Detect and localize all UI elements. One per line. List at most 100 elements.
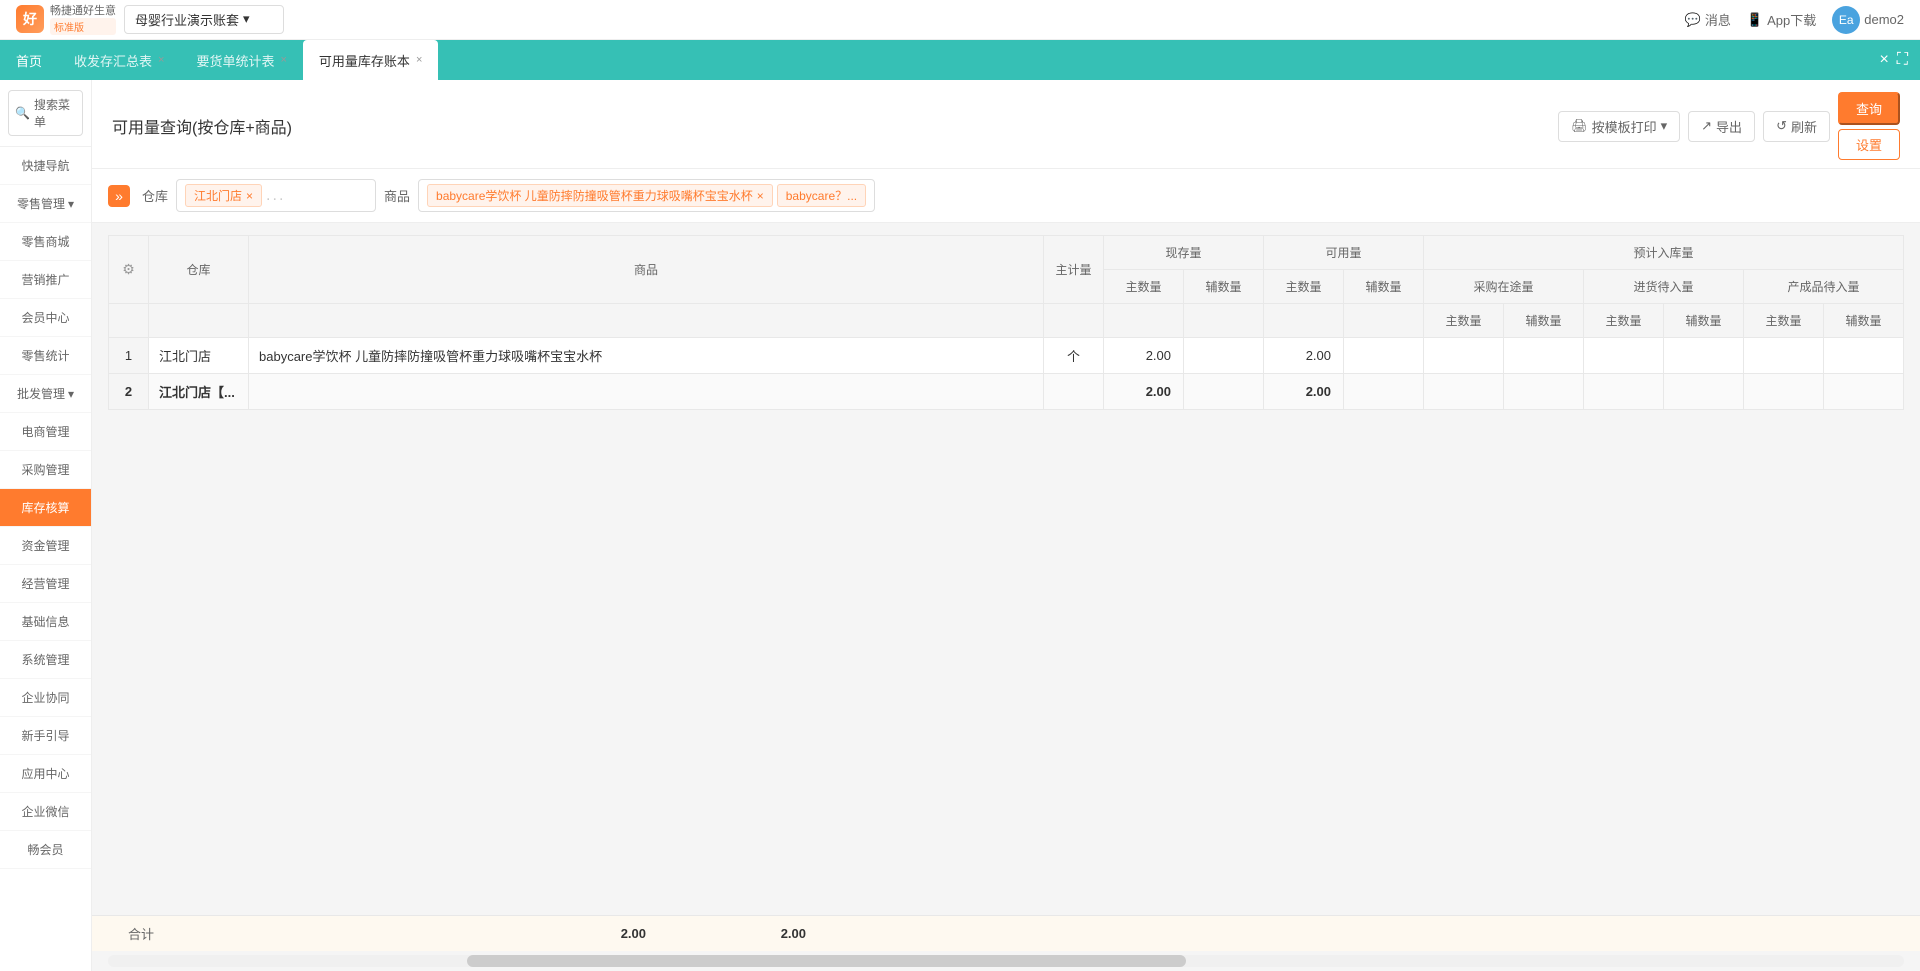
sidebar-ecommerce-label: 电商管理 [21, 425, 69, 439]
th-sub-avail-main-empty [1264, 304, 1344, 338]
export-btn[interactable]: ↗ 导出 [1688, 111, 1755, 142]
fullscreen-btn[interactable]: ⛶ [1897, 51, 1908, 69]
top-bar-left: 好 畅捷通好生意 标准版 母婴行业演示账套 [16, 4, 284, 35]
tab-available-stock-close[interactable] [416, 54, 422, 66]
th-available-aux: 辅数量 [1344, 270, 1424, 304]
sidebar-item-operations[interactable]: 经营管理 [0, 565, 91, 603]
warehouse-more-icon[interactable]: ... [266, 187, 285, 205]
table-scroll-thumb[interactable] [467, 955, 1185, 967]
user-info[interactable]: Ea demo2 [1832, 6, 1904, 34]
table-row: 2 江北门店【... 2.00 2.00 [109, 374, 1904, 410]
sidebar-item-retail-mgmt[interactable]: 零售管理 [0, 185, 91, 223]
close-all-tabs-btn[interactable]: × [1879, 51, 1888, 69]
td-avail-aux-2 [1344, 374, 1424, 410]
page-actions: 🖨 按模板打印 ↗ 导出 ↺ 刷新 查询 设置 [1558, 92, 1900, 160]
tab-home[interactable]: 首页 [0, 40, 58, 80]
sidebar-item-app-center[interactable]: 应用中心 [0, 755, 91, 793]
sidebar-item-system-mgmt[interactable]: 系统管理 [0, 641, 91, 679]
app-download-label: App下载 [1767, 10, 1816, 29]
sidebar-item-vip-member[interactable]: 畅会员 [0, 831, 91, 869]
tab-demand-summary-label: 要货单统计表 [196, 51, 274, 70]
filter-toggle-btn[interactable]: » [108, 185, 130, 207]
th-goods-in-aux: 辅数量 [1664, 304, 1744, 338]
sidebar-item-retail-stats[interactable]: 零售统计 [0, 337, 91, 375]
page-title: 可用量查询(按仓库+商品) [112, 114, 292, 138]
goods-filter-label: 商品 [384, 186, 410, 205]
search-menu-btn[interactable]: 🔍 搜索菜单 [8, 90, 83, 136]
th-sub-settings [109, 304, 149, 338]
tab-collect-summary-close[interactable] [158, 54, 164, 66]
td-product-in-aux-1 [1824, 338, 1904, 374]
filter-area: » 仓库 江北门店 ... 商品 babycare学饮杯 儿童防摔防撞吸管杯重力… [92, 169, 1920, 223]
th-expected-in: 预计入库量 [1424, 236, 1904, 270]
sidebar-purchase-label: 采购管理 [21, 463, 69, 477]
tab-demand-summary[interactable]: 要货单统计表 [180, 40, 302, 80]
th-sub-warehouse [149, 304, 249, 338]
table-scroll-bar[interactable] [108, 955, 1904, 967]
sidebar-item-new-guide[interactable]: 新手引导 [0, 717, 91, 755]
chevron-down-icon [243, 11, 250, 27]
td-purchase-main-1 [1424, 338, 1504, 374]
th-purchase-aux: 辅数量 [1504, 304, 1584, 338]
td-index-1: 1 [109, 338, 149, 374]
td-product-in-aux-2 [1824, 374, 1904, 410]
query-btn[interactable]: 查询 [1838, 92, 1900, 125]
sidebar-item-wholesale-mgmt[interactable]: 批发管理 [0, 375, 91, 413]
td-avail-main-2: 2.00 [1264, 374, 1344, 410]
th-settings[interactable]: ⚙ [109, 236, 149, 304]
footer-values: 2.00 2.00 [578, 926, 818, 941]
tab-available-stock[interactable]: 可用量库存账本 [303, 40, 438, 80]
table-row: 1 江北门店 babycare学饮杯 儿童防摔防撞吸管杯重力球吸嘴杯宝宝水杯 个… [109, 338, 1904, 374]
td-goods-1: babycare学饮杯 儿童防摔防撞吸管杯重力球吸嘴杯宝宝水杯 [249, 338, 1044, 374]
sidebar: 🔍 搜索菜单 快捷导航 零售管理 零售商城 营销推广 会员中心 零售统计 批发管… [0, 80, 92, 971]
td-stock-aux-2 [1184, 374, 1264, 410]
message-btn[interactable]: 💬 消息 [1685, 10, 1731, 29]
goods-tag-1-text: babycare学饮杯 儿童防摔防撞吸管杯重力球吸嘴杯宝宝水杯 [436, 187, 753, 204]
warehouse-filter-input[interactable]: 江北门店 ... [176, 179, 376, 212]
footer-total-label: 合计 [108, 924, 258, 943]
tab-demand-summary-close[interactable] [280, 54, 286, 66]
sidebar-item-purchase[interactable]: 采购管理 [0, 451, 91, 489]
query-label: 查询 [1856, 102, 1882, 117]
page-header: 可用量查询(按仓库+商品) 🖨 按模板打印 ↗ 导出 ↺ 刷新 查询 [92, 80, 1920, 169]
settings-icon[interactable]: ⚙ [122, 261, 135, 277]
goods-filter-input[interactable]: babycare学饮杯 儿童防摔防撞吸管杯重力球吸嘴杯宝宝水杯 babycare… [418, 179, 875, 212]
th-main-unit: 主计量 [1044, 236, 1104, 304]
refresh-btn[interactable]: ↺ 刷新 [1763, 111, 1830, 142]
sidebar-item-basic-info[interactable]: 基础信息 [0, 603, 91, 641]
logo-icon: 好 [16, 5, 44, 33]
sidebar-item-member-center[interactable]: 会员中心 [0, 299, 91, 337]
sidebar-item-enterprise-wechat[interactable]: 企业微信 [0, 793, 91, 831]
app-download-btn[interactable]: 📱 App下载 [1747, 10, 1816, 29]
print-btn[interactable]: 🖨 按模板打印 [1558, 111, 1680, 142]
settings-btn[interactable]: 设置 [1838, 129, 1900, 160]
warehouse-tag-close[interactable] [246, 189, 253, 203]
settings-label: 设置 [1856, 138, 1882, 153]
sidebar-system-mgmt-label: 系统管理 [21, 653, 69, 667]
sidebar-item-quick-nav[interactable]: 快捷导航 [0, 147, 91, 185]
company-selector[interactable]: 母婴行业演示账套 [124, 5, 284, 34]
th-sub-stock-aux-empty [1184, 304, 1264, 338]
sidebar-item-marketing[interactable]: 营销推广 [0, 261, 91, 299]
td-purchase-aux-2 [1504, 374, 1584, 410]
sidebar-retail-stats-label: 零售统计 [21, 349, 69, 363]
sidebar-item-ecommerce[interactable]: 电商管理 [0, 413, 91, 451]
goods-tag-1-close[interactable] [757, 189, 764, 203]
sidebar-app-center-label: 应用中心 [21, 767, 69, 781]
td-avail-main-1: 2.00 [1264, 338, 1344, 374]
goods-tag-2-text: babycare？... [786, 187, 857, 204]
sidebar-item-enterprise-collab[interactable]: 企业协同 [0, 679, 91, 717]
sidebar-item-retail-mall[interactable]: 零售商城 [0, 223, 91, 261]
warehouse-filter-label: 仓库 [142, 186, 168, 205]
td-stock-aux-1 [1184, 338, 1264, 374]
export-label: 导出 [1716, 117, 1742, 136]
warehouse-tag-text: 江北门店 [194, 187, 242, 204]
sidebar-new-guide-label: 新手引导 [21, 729, 69, 743]
tab-collect-summary[interactable]: 收发存汇总表 [58, 40, 180, 80]
sidebar-item-finance[interactable]: 资金管理 [0, 527, 91, 565]
td-purchase-aux-1 [1504, 338, 1584, 374]
sidebar-item-inventory[interactable]: 库存核算 [0, 489, 91, 527]
sidebar-member-center-label: 会员中心 [21, 311, 69, 325]
sidebar-finance-label: 资金管理 [21, 539, 69, 553]
th-current-stock: 现存量 [1104, 236, 1264, 270]
